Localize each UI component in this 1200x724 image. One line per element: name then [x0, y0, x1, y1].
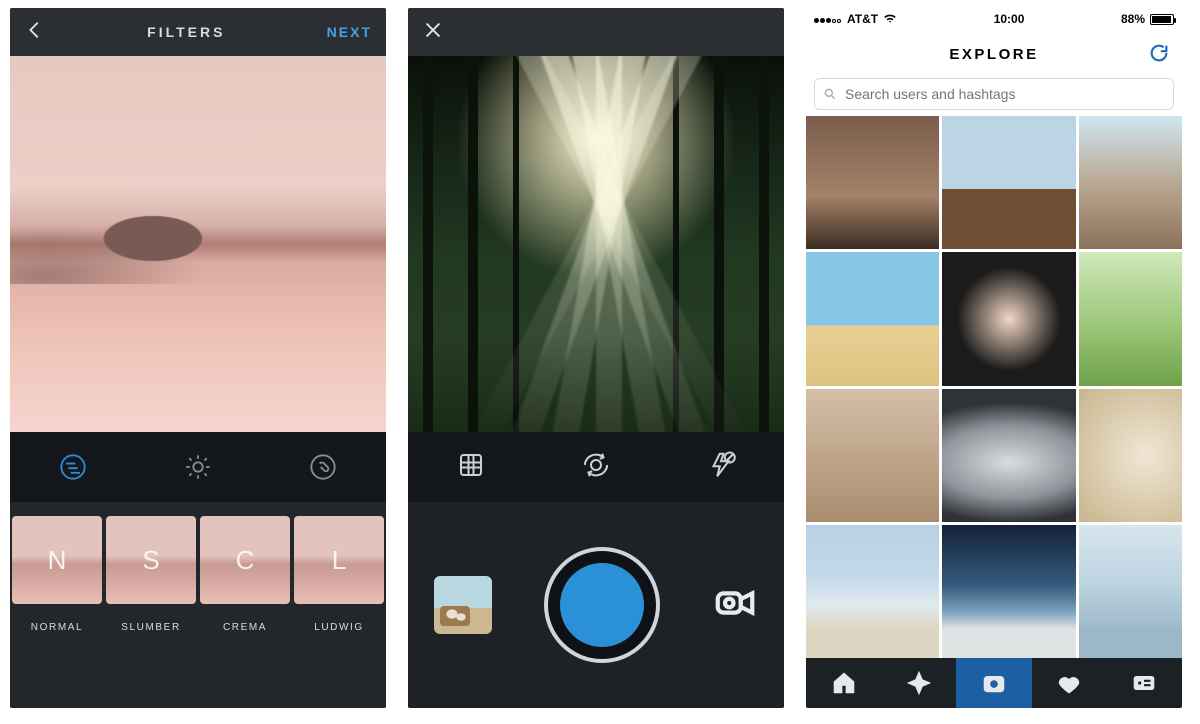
- video-mode-icon[interactable]: [712, 580, 758, 631]
- camera-screen: [408, 8, 784, 708]
- battery-label: 88%: [1121, 12, 1145, 26]
- grid-tile[interactable]: [1079, 116, 1183, 249]
- grid-tile[interactable]: [806, 389, 939, 522]
- search-bar[interactable]: [814, 78, 1174, 110]
- grid-icon[interactable]: [456, 450, 486, 485]
- explore-header: EXPLORE: [806, 30, 1182, 78]
- photo-preview[interactable]: [10, 56, 386, 432]
- explore-screen: AT&T 10:00 88% EXPLORE: [806, 8, 1182, 708]
- grid-tile[interactable]: [806, 116, 939, 249]
- search-icon: [823, 87, 837, 101]
- tab-profile[interactable]: [1107, 658, 1182, 708]
- signal-dots-icon: [814, 12, 842, 26]
- status-bar: AT&T 10:00 88%: [806, 8, 1182, 30]
- carrier-label: AT&T: [847, 12, 878, 26]
- tab-activity[interactable]: [1032, 658, 1107, 708]
- tab-camera[interactable]: [956, 658, 1031, 708]
- back-icon[interactable]: [24, 19, 46, 46]
- clock-label: 10:00: [994, 12, 1025, 26]
- adjust-wrench-icon[interactable]: [308, 452, 338, 482]
- tab-bar: [806, 658, 1182, 708]
- filter-label: LUDWIG: [294, 622, 384, 633]
- filter-slumber[interactable]: S SLUMBER: [106, 516, 196, 633]
- brightness-icon[interactable]: [183, 452, 213, 482]
- grid-tile[interactable]: [942, 525, 1075, 658]
- tab-home[interactable]: [806, 658, 881, 708]
- close-icon[interactable]: [422, 19, 444, 46]
- camera-tools: [408, 432, 784, 502]
- search-input[interactable]: [845, 86, 1165, 102]
- battery-icon: [1150, 14, 1174, 25]
- filters-header: FILTERS NEXT: [10, 8, 386, 56]
- shutter-bar: [408, 502, 784, 708]
- camera-viewfinder[interactable]: [408, 56, 784, 432]
- grid-tile[interactable]: [806, 252, 939, 385]
- filters-icon[interactable]: [58, 452, 88, 482]
- wifi-icon: [883, 11, 897, 28]
- filter-ludwig[interactable]: L LUDWIG: [294, 516, 384, 633]
- next-button[interactable]: NEXT: [327, 24, 372, 40]
- filters-screen: FILTERS NEXT N NORMAL S SLUMBER C CREMA: [10, 8, 386, 708]
- filter-label: CREMA: [200, 622, 290, 633]
- flash-off-icon[interactable]: [706, 450, 736, 485]
- filter-label: NORMAL: [12, 622, 102, 633]
- explore-grid: [806, 116, 1182, 658]
- header-title: FILTERS: [46, 24, 327, 40]
- compass-icon: [906, 670, 932, 696]
- heart-bubble-icon: [1056, 670, 1082, 696]
- grid-tile[interactable]: [1079, 389, 1183, 522]
- grid-tile[interactable]: [942, 116, 1075, 249]
- edit-toolbar: [10, 432, 386, 502]
- filter-strip: N NORMAL S SLUMBER C CREMA L LUDWIG: [10, 502, 386, 708]
- gallery-thumbnail[interactable]: [434, 576, 492, 634]
- grid-tile[interactable]: [1079, 252, 1183, 385]
- filter-label: SLUMBER: [106, 622, 196, 633]
- header-title: EXPLORE: [949, 46, 1038, 63]
- camera-header: [408, 8, 784, 56]
- shutter-button[interactable]: [548, 551, 656, 659]
- switch-camera-icon[interactable]: [581, 450, 611, 485]
- grid-tile[interactable]: [1079, 525, 1183, 658]
- home-icon: [831, 670, 857, 696]
- camera-icon: [981, 670, 1007, 696]
- refresh-icon[interactable]: [1148, 42, 1170, 69]
- filter-crema[interactable]: C CREMA: [200, 516, 290, 633]
- grid-tile[interactable]: [942, 252, 1075, 385]
- filter-normal[interactable]: N NORMAL: [12, 516, 102, 633]
- tab-explore[interactable]: [881, 658, 956, 708]
- grid-tile[interactable]: [806, 525, 939, 658]
- grid-tile[interactable]: [942, 389, 1075, 522]
- profile-card-icon: [1131, 670, 1157, 696]
